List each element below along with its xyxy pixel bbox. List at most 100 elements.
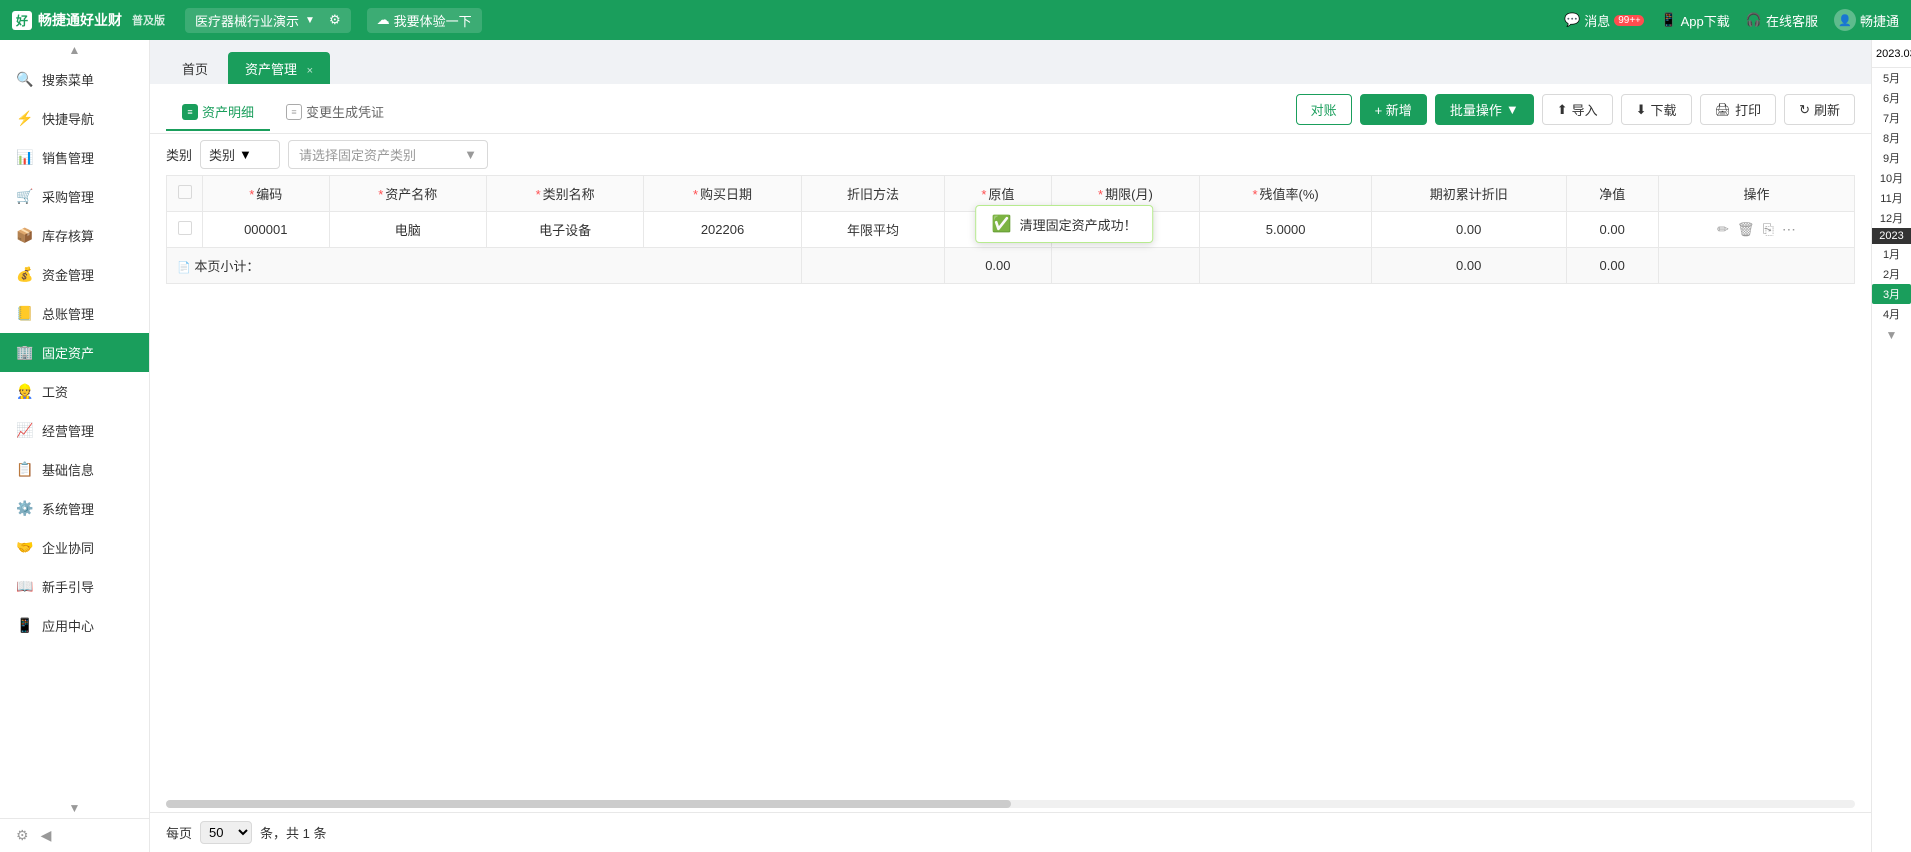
sub-tab-asset-detail[interactable]: ≡ 资产明细 — [166, 96, 270, 131]
category-select-chevron: ▼ — [239, 147, 252, 162]
horizontal-scrollbar[interactable] — [166, 800, 1855, 808]
sidebar-item-label: 系统管理 — [42, 499, 94, 518]
sidebar-menu: 🔍 搜索菜单 ⚡ 快捷导航 📊 销售管理 🛒 采购管理 📦 库存核算 💰 — [0, 60, 149, 798]
sidebar-item-guide[interactable]: 📖 新手引导 — [0, 567, 149, 606]
page-content: ≡ 资产明细 ≡ 变更生成凭证 对账 + 新增 — [150, 84, 1871, 852]
sidebar-collapse-icon[interactable]: ◀ — [41, 827, 52, 844]
sidebar-item-enterprise[interactable]: 🤝 企业协同 — [0, 528, 149, 567]
month-2[interactable]: 2月 — [1872, 264, 1911, 284]
sub-tab-label: 资产明细 — [202, 102, 254, 121]
delete-icon[interactable]: 🗑 — [1737, 221, 1755, 238]
sidebar-item-label: 快捷导航 — [42, 109, 94, 128]
subtotal-action — [1658, 248, 1854, 284]
app-download-label: App下载 — [1681, 11, 1730, 30]
row-initial-accumulated: 0.00 — [1371, 212, 1566, 248]
per-page-select[interactable]: 50 20 100 — [200, 821, 252, 844]
month-5[interactable]: 5月 — [1872, 68, 1911, 88]
app-download-button[interactable]: 📱 App下载 — [1660, 11, 1729, 30]
top-header: 好 畅捷通好业财 普及版 医疗器械行业演示 ▼ ⚙ ☁ 我要体验一下 💬 消息 … — [0, 0, 1911, 40]
category-type-placeholder: 请选择固定资产类别 — [299, 145, 416, 164]
refresh-button[interactable]: ↻ 刷新 — [1784, 94, 1855, 125]
tab-close-button[interactable]: × — [307, 65, 313, 77]
sidebar-item-search[interactable]: 🔍 搜索菜单 — [0, 60, 149, 99]
month-1[interactable]: 1月 — [1872, 244, 1911, 264]
month-7[interactable]: 7月 — [1872, 108, 1911, 128]
experience-label: 我要体验一下 — [394, 11, 472, 30]
chevron-down-icon: ▼ — [1886, 328, 1898, 342]
app-center-icon: 📱 — [16, 617, 34, 635]
edit-icon[interactable]: ✏ — [1717, 221, 1729, 238]
row-checkbox[interactable] — [178, 221, 192, 235]
user-info[interactable]: 👤 畅捷通 — [1834, 9, 1899, 31]
enterprise-icon: 🤝 — [16, 539, 34, 557]
sidebar-item-system[interactable]: ⚙️ 系统管理 — [0, 489, 149, 528]
logo-icon: 好 — [12, 11, 32, 30]
tab-home[interactable]: 首页 — [166, 53, 224, 84]
sidebar-item-operations[interactable]: 📈 经营管理 — [0, 411, 149, 450]
sidebar-item-inventory[interactable]: 📦 库存核算 — [0, 216, 149, 255]
copy-icon[interactable]: ⎘ — [1763, 221, 1774, 238]
sidebar-item-label: 新手引导 — [42, 577, 94, 596]
reconcile-button[interactable]: 对账 — [1296, 94, 1352, 125]
message-label: 消息 — [1584, 11, 1610, 30]
month-10[interactable]: 10月 — [1872, 168, 1911, 188]
sidebar-item-fixed-assets[interactable]: 🏢 固定资产 — [0, 333, 149, 372]
subtotal-empty — [801, 248, 945, 284]
category-filter-label: 类别 — [166, 145, 192, 164]
message-button[interactable]: 💬 消息 99++ — [1564, 11, 1644, 30]
table-wrapper: *编码 *资产名称 *类别名称 *购买日期 — [150, 175, 1871, 796]
batch-ops-button[interactable]: 批量操作 ▼ — [1435, 94, 1534, 125]
fixed-assets-icon: 🏢 — [16, 344, 34, 362]
tab-asset-management[interactable]: 资产管理 × — [228, 52, 330, 84]
company-selector[interactable]: 医疗器械行业演示 ▼ ⚙ — [185, 8, 351, 33]
month-8[interactable]: 8月 — [1872, 128, 1911, 148]
new-button[interactable]: + 新增 — [1360, 94, 1427, 125]
success-toast: ✅ 清理固定资产成功！ — [975, 205, 1154, 243]
row-purchase-date: 202206 — [644, 212, 801, 248]
sidebar-item-basic-info[interactable]: 📋 基础信息 — [0, 450, 149, 489]
tab-label: 资产管理 — [245, 62, 297, 77]
sidebar-item-label: 固定资产 — [42, 343, 94, 362]
month-11[interactable]: 11月 — [1872, 188, 1911, 208]
sidebar-item-label: 搜索菜单 — [42, 70, 94, 89]
right-panel: 2023.03 × ⤢ 5月 6月 7月 8月 9月 10月 11月 12月 2… — [1871, 40, 1911, 852]
inventory-icon: 📦 — [16, 227, 34, 245]
table-container[interactable]: *编码 *资产名称 *类别名称 *购买日期 — [150, 175, 1871, 796]
sidebar-scroll-up[interactable]: ▲ — [0, 40, 149, 60]
month-12[interactable]: 12月 — [1872, 208, 1911, 228]
online-service-button[interactable]: 🎧 在线客服 — [1746, 11, 1818, 30]
more-icon[interactable]: ⋯ — [1782, 221, 1796, 238]
message-icon: 💬 — [1564, 12, 1580, 28]
month-6[interactable]: 6月 — [1872, 88, 1911, 108]
sidebar-item-purchase[interactable]: 🛒 采购管理 — [0, 177, 149, 216]
sidebar-item-label: 应用中心 — [42, 616, 94, 635]
month-scroll-down[interactable]: ▼ — [1872, 324, 1911, 346]
sub-tab-change-voucher[interactable]: ≡ 变更生成凭证 — [270, 96, 400, 131]
col-header-purchase-date: *购买日期 — [644, 176, 801, 212]
select-all-checkbox[interactable] — [178, 185, 192, 199]
print-button[interactable]: 🖨 打印 — [1700, 94, 1777, 125]
category-filter-select[interactable]: 类别 ▼ — [200, 140, 280, 169]
sidebar-item-label: 经营管理 — [42, 421, 94, 440]
sidebar-item-quick-nav[interactable]: ⚡ 快捷导航 — [0, 99, 149, 138]
month-9[interactable]: 9月 — [1872, 148, 1911, 168]
download-button[interactable]: ⬇ 下载 — [1621, 94, 1692, 125]
success-checkmark-icon: ✅ — [992, 214, 1012, 234]
print-icon: 🖨 — [1715, 102, 1732, 118]
sidebar-scroll-down[interactable]: ▼ — [0, 798, 149, 818]
import-button[interactable]: ⬆ 导入 — [1542, 94, 1613, 125]
experience-cloud-icon: ☁ — [377, 12, 390, 28]
sidebar-item-finance[interactable]: 💰 资金管理 — [0, 255, 149, 294]
sidebar-item-sales[interactable]: 📊 销售管理 — [0, 138, 149, 177]
sidebar-item-ledger[interactable]: 📒 总账管理 — [0, 294, 149, 333]
category-type-input[interactable]: 请选择固定资产类别 ▼ — [288, 140, 488, 169]
settings-icon[interactable]: ⚙ — [329, 12, 341, 28]
system-icon: ⚙️ — [16, 500, 34, 518]
experience-button[interactable]: ☁ 我要体验一下 — [367, 8, 482, 33]
sidebar-gear-icon[interactable]: ⚙ — [16, 827, 29, 844]
pagination: 每页 50 20 100 条，共 1 条 — [150, 812, 1871, 852]
month-3-current[interactable]: 3月 — [1872, 284, 1911, 304]
sidebar-item-app-center[interactable]: 📱 应用中心 — [0, 606, 149, 645]
sidebar-item-payroll[interactable]: 👷 工资 — [0, 372, 149, 411]
month-4[interactable]: 4月 — [1872, 304, 1911, 324]
